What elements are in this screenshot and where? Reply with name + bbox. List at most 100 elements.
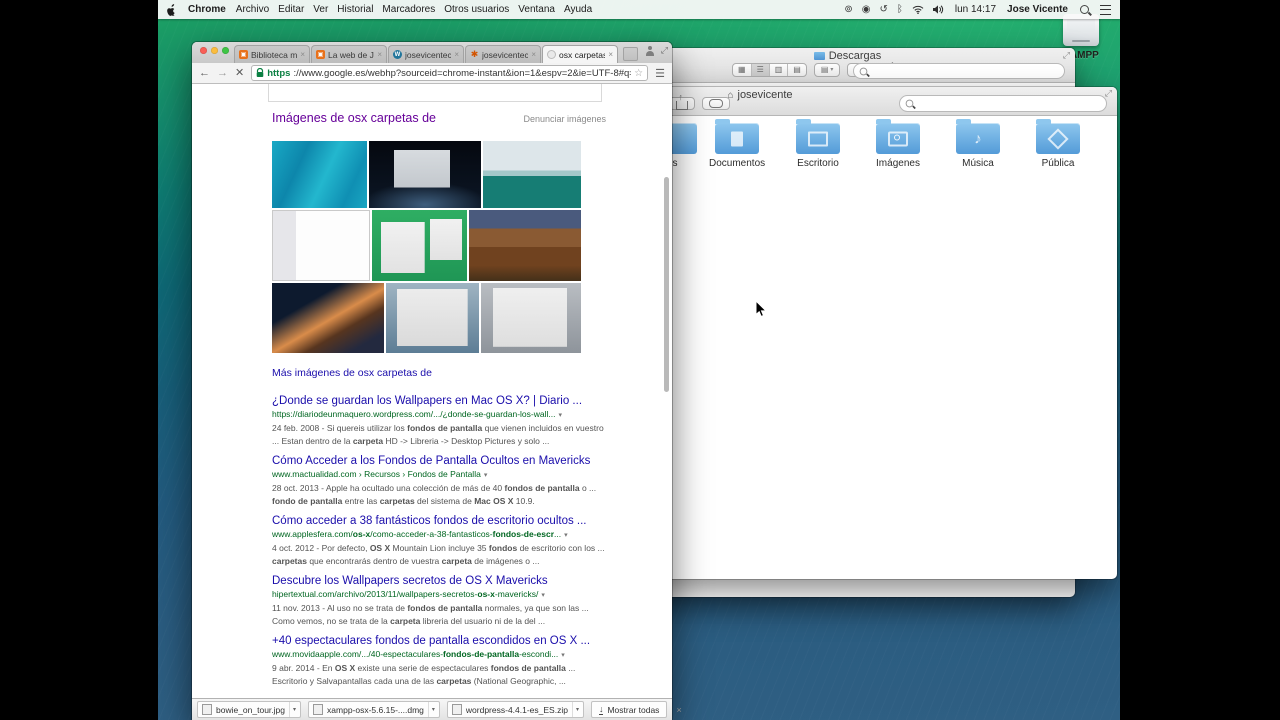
menu-chrome[interactable]: Chrome (188, 4, 226, 15)
menu-ver[interactable]: Ver (313, 4, 328, 15)
tab-josevicente-2[interactable]: ✱ josevicenteca × (465, 45, 541, 63)
result-options-icon[interactable]: ▾ (541, 592, 545, 599)
new-tab-button[interactable] (623, 47, 638, 61)
result-title-link[interactable]: Cómo acceder a 38 fantásticos fondos de … (272, 513, 606, 529)
menubar-user[interactable]: Jose Vicente (1007, 4, 1068, 15)
zoom-window-button[interactable] (222, 47, 229, 54)
image-thumbnail[interactable] (272, 141, 367, 208)
notification-center-icon[interactable] (1100, 4, 1111, 15)
menu-ventana[interactable]: Ventana (518, 4, 555, 15)
result-options-icon[interactable]: ▾ (564, 532, 568, 539)
back-button[interactable]: ← (199, 67, 210, 79)
wordpress-favicon: W (393, 50, 402, 59)
bookmark-star-icon[interactable]: ☆ (634, 68, 643, 79)
result-options-icon[interactable]: ▾ (558, 412, 562, 419)
apple-menu-icon[interactable] (167, 3, 177, 16)
arrange-icon: ▤ (820, 65, 829, 74)
image-results-grid (272, 141, 581, 353)
tab-biblioteca[interactable]: ▣ Biblioteca mu × (234, 45, 310, 63)
list-view-icon[interactable]: ☰ (751, 64, 770, 76)
image-thumbnail[interactable] (469, 210, 581, 281)
column-view-icon[interactable]: ▥ (770, 64, 789, 76)
share-icon (676, 93, 688, 110)
folder-item-publica[interactable]: Pública (1030, 119, 1086, 169)
chrome-menu-icon[interactable]: ☰ (655, 67, 665, 80)
wifi-icon[interactable] (912, 5, 924, 14)
result-url: www.mactualidad.com › Recursos › Fondos … (272, 469, 488, 479)
report-images-link[interactable]: Denunciar imágenes (523, 114, 606, 124)
profile-icon[interactable] (645, 45, 655, 56)
volume-icon[interactable] (932, 5, 944, 14)
swirl-icon[interactable]: ⊚ (844, 4, 852, 15)
tab-la-web-de[interactable]: ▣ La web de Jos × (311, 45, 387, 63)
download-options-icon[interactable]: ▾ (571, 702, 579, 717)
download-item-xampp[interactable]: xampp-osx-5.6.15-....dmg ▾ (308, 701, 440, 718)
result-title-link[interactable]: ¿Donde se guardan los Wallpapers en Mac … (272, 393, 606, 409)
menu-historial[interactable]: Historial (337, 4, 373, 15)
download-options-icon[interactable]: ▾ (289, 702, 296, 717)
result-title-link[interactable]: +40 espectaculares fondos de pantalla es… (272, 633, 606, 649)
address-bar[interactable]: https ://www.google.es/webhp?sourceid=ch… (251, 65, 649, 81)
view-switcher[interactable]: ▦ ☰ ▥ ▤ (732, 63, 807, 77)
menubar-clock[interactable]: lun 14:17 (955, 4, 996, 15)
spotlight-search-icon[interactable] (1080, 5, 1089, 14)
images-section-heading[interactable]: Imágenes de osx carpetas de (272, 111, 436, 125)
image-thumbnail[interactable] (272, 283, 384, 353)
download-item-bowie[interactable]: bowie_on_tour.jpg ▾ (197, 701, 302, 718)
folder-item-musica[interactable]: ♪ Música (950, 119, 1006, 169)
tab-close-icon[interactable]: × (300, 50, 305, 59)
expand-icon[interactable]: ⤢ (661, 45, 668, 56)
tags-button[interactable] (702, 97, 730, 110)
share-button[interactable] (669, 93, 695, 110)
image-thumbnail[interactable] (369, 141, 481, 208)
result-title-link[interactable]: Descubre los Wallpapers secretos de OS X… (272, 573, 606, 589)
finder-search-field[interactable] (853, 63, 1065, 79)
record-icon[interactable]: ◉ (862, 4, 871, 15)
tab-close-icon[interactable]: × (531, 50, 536, 59)
arrange-button[interactable]: ▤ ▾ (813, 63, 841, 77)
menu-ayuda[interactable]: Ayuda (564, 4, 592, 15)
image-thumbnail[interactable] (272, 210, 370, 281)
show-all-downloads-button[interactable]: ↓ Mostrar todas (590, 701, 668, 718)
bluetooth-icon[interactable]: ᛒ (897, 4, 903, 15)
finder-search-field[interactable] (899, 95, 1107, 112)
tab-close-icon[interactable]: × (377, 50, 382, 59)
download-item-wordpress[interactable]: wordpress-4.4.1-es_ES.zip ▾ (446, 701, 584, 718)
folder-item-escritorio[interactable]: Escritorio (790, 119, 846, 169)
tab-josevicente-wp[interactable]: W josevicenteca × (388, 45, 464, 63)
documents-folder-icon (715, 119, 759, 154)
generic-favicon (547, 50, 556, 59)
fullscreen-icon[interactable]: ⤢ (1105, 88, 1112, 99)
asterisk-favicon: ✱ (470, 49, 479, 59)
icon-view-icon[interactable]: ▦ (733, 64, 752, 76)
tab-close-icon[interactable]: × (608, 50, 613, 59)
folder-item-documentos[interactable]: Documentos (709, 119, 765, 169)
tab-osx-carpetas-active[interactable]: osx carpetas d × (542, 45, 618, 63)
image-thumbnail[interactable] (372, 210, 467, 281)
image-thumbnail[interactable] (481, 283, 581, 353)
close-downloads-bar-icon[interactable]: × (676, 705, 681, 715)
image-thumbnail[interactable] (386, 283, 479, 353)
menu-editar[interactable]: Editar (278, 4, 304, 15)
coverflow-view-icon[interactable]: ▤ (788, 64, 806, 76)
forward-button[interactable]: → (217, 67, 228, 79)
page-scrollbar[interactable] (664, 177, 669, 392)
menu-archivo[interactable]: Archivo (236, 4, 269, 15)
result-snippet: 28 oct. 2013 - Apple ha ocultado una col… (272, 483, 597, 506)
download-options-icon[interactable]: ▾ (427, 702, 435, 717)
timemachine-icon[interactable]: ↺ (879, 4, 887, 15)
finder-descargas-titlebar[interactable]: Descargas ⤢ ▦ ☰ ▥ ▤ ▤▾ ⚙▾ (620, 48, 1075, 83)
result-options-icon[interactable]: ▾ (484, 472, 488, 479)
tab-close-icon[interactable]: × (454, 50, 459, 59)
close-window-button[interactable] (200, 47, 207, 54)
menu-marcadores[interactable]: Marcadores (382, 4, 435, 15)
more-images-link[interactable]: Más imágenes de osx carpetas de (272, 367, 606, 379)
result-options-icon[interactable]: ▾ (561, 652, 565, 659)
stop-button[interactable]: ✕ (235, 67, 244, 79)
folder-item-imagenes[interactable]: Imágenes (870, 119, 926, 169)
fullscreen-icon[interactable]: ⤢ (1063, 50, 1070, 61)
menu-otros-usuarios[interactable]: Otros usuarios (444, 4, 509, 15)
minimize-window-button[interactable] (211, 47, 218, 54)
image-thumbnail[interactable] (483, 141, 581, 208)
result-title-link[interactable]: Cómo Acceder a los Fondos de Pantalla Oc… (272, 453, 606, 469)
